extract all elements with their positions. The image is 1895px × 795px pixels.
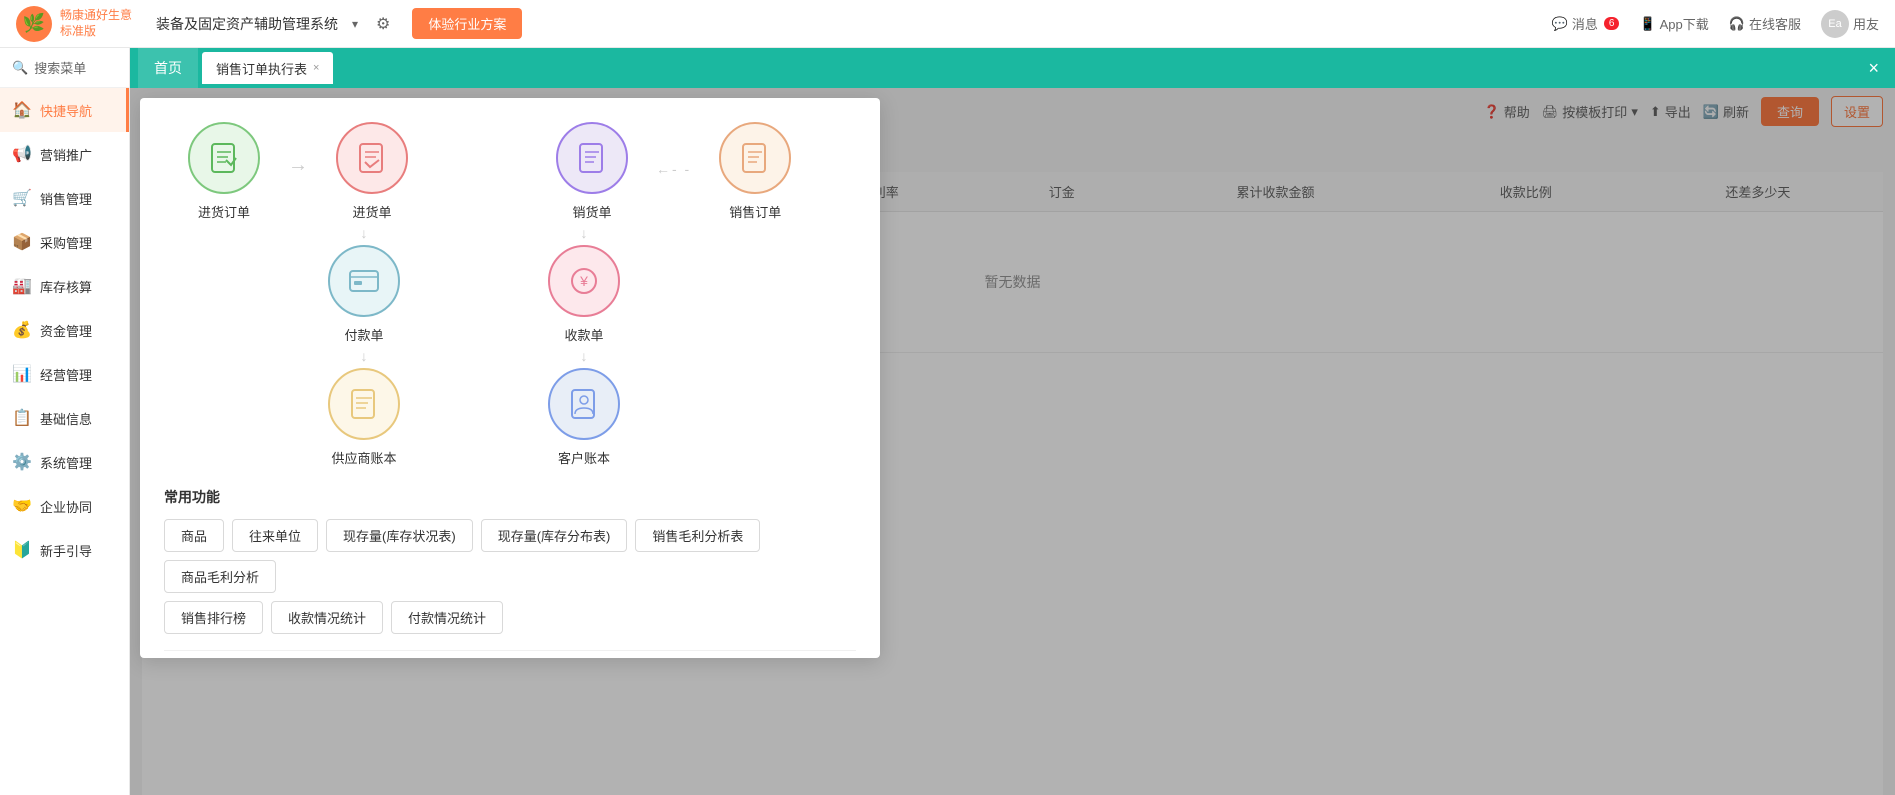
app-container: 🌿 畅康通好生意 标准版 装备及固定资产辅助管理系统 ▾ ⚙ 体验行业方案 💬 …	[0, 0, 1895, 795]
arrow-down-payment: ↓	[304, 348, 424, 364]
common-functions-title: 常用功能	[164, 487, 856, 507]
svg-text:¥: ¥	[579, 273, 588, 289]
header-left: 🌿 畅康通好生意 标准版 装备及固定资产辅助管理系统 ▾ ⚙ 体验行业方案	[16, 6, 522, 42]
system-icon: ⚙️	[12, 452, 32, 472]
logo-area: 🌿 畅康通好生意 标准版	[16, 6, 136, 42]
window-close-btn[interactable]: ×	[1868, 59, 1879, 77]
newbie-icon: 🔰	[12, 540, 32, 560]
supplier-account-circle	[328, 368, 400, 440]
title-dropdown-icon[interactable]: ▾	[352, 17, 358, 31]
header-right: 💬 消息 6 📱 App下载 🎧 在线客服 Ea 用友	[1552, 10, 1879, 38]
inventory-icon: 🏭	[12, 276, 32, 296]
func-btn-7[interactable]: 收款情况统计	[271, 601, 383, 634]
sidebar: 🔍 搜索菜单 🏠 快捷导航 📢 营销推广 🛒 销售管理 📦 采购管理 🏭	[0, 48, 130, 795]
flow-diagram: 进货订单 →	[164, 122, 856, 467]
flow-node-sales-bill[interactable]: 销货单	[532, 122, 652, 221]
modal-scrollbar: ◀ ▶	[164, 650, 856, 658]
sales-bill-circle	[556, 122, 628, 194]
finance-icon: 💰	[12, 320, 32, 340]
logo-text: 畅康通好生意 标准版	[60, 8, 132, 39]
sidebar-item-inventory[interactable]: 🏭 库存核算	[0, 264, 129, 308]
sidebar-item-purchase[interactable]: 📦 采购管理	[0, 220, 129, 264]
arrow-down-purchase: ↓	[304, 225, 424, 241]
payment-bill-circle	[328, 245, 400, 317]
sales-icon: 🛒	[12, 188, 32, 208]
arrow-purchase-order-to-bill: →	[288, 154, 308, 221]
tab-bar: 首页 销售订单执行表 × ×	[130, 48, 1895, 88]
sidebar-item-sales[interactable]: 🛒 销售管理	[0, 176, 129, 220]
sidebar-item-finance[interactable]: 💰 资金管理	[0, 308, 129, 352]
avatar: Ea	[1821, 10, 1849, 38]
func-btn-8[interactable]: 付款情况统计	[391, 601, 503, 634]
marketing-icon: 📢	[12, 144, 32, 164]
tab-home[interactable]: 首页	[138, 48, 198, 88]
message-badge: 6	[1604, 17, 1620, 30]
flow-node-purchase-bill[interactable]: 进货单	[312, 122, 432, 221]
func-btn-5[interactable]: 商品毛利分析	[164, 560, 276, 593]
flow-node-receipt-bill[interactable]: ¥ 收款单	[524, 245, 644, 344]
sidebar-item-enterprise[interactable]: 🤝 企业协同	[0, 484, 129, 528]
system-title: 装备及固定资产辅助管理系统	[156, 14, 338, 34]
flow-node-customer-account[interactable]: 客户账本	[524, 368, 644, 467]
func-btn-4[interactable]: 销售毛利分析表	[635, 519, 760, 552]
receipt-bill-circle: ¥	[548, 245, 620, 317]
flow-node-supplier-account[interactable]: 供应商账本	[304, 368, 424, 467]
purchase-order-circle	[188, 122, 260, 194]
purchase-icon: 📦	[12, 232, 32, 252]
common-functions: 常用功能 商品 往来单位 现存量(库存状况表) 现存量(库存分布表) 销售毛利分…	[164, 487, 856, 634]
tab-close-icon[interactable]: ×	[313, 62, 319, 74]
customer-account-circle	[548, 368, 620, 440]
app-download-icon: 📱	[1639, 16, 1655, 32]
function-grid-2: 销售排行榜 收款情况统计 付款情况统计	[164, 601, 856, 634]
content-area: 首页 销售订单执行表 × × ❓ 帮助 🖨 按模板打印	[130, 48, 1895, 795]
arrow-sales-order-to-bill: ←- -	[656, 161, 691, 221]
tab-active[interactable]: 销售订单执行表 ×	[202, 52, 333, 84]
online-service-icon: 🎧	[1729, 16, 1745, 32]
settings-icon[interactable]: ⚙	[376, 14, 390, 34]
sidebar-item-marketing[interactable]: 📢 营销推广	[0, 132, 129, 176]
sales-order-circle	[719, 122, 791, 194]
func-btn-0[interactable]: 商品	[164, 519, 224, 552]
operations-icon: 📊	[12, 364, 32, 384]
message-icon: 💬	[1552, 16, 1568, 32]
func-btn-2[interactable]: 现存量(库存状况表)	[326, 519, 473, 552]
sidebar-item-system[interactable]: ⚙️ 系统管理	[0, 440, 129, 484]
search-menu[interactable]: 🔍 搜索菜单	[0, 48, 129, 88]
top-header: 🌿 畅康通好生意 标准版 装备及固定资产辅助管理系统 ▾ ⚙ 体验行业方案 💬 …	[0, 0, 1895, 48]
purchase-bill-circle	[336, 122, 408, 194]
func-btn-6[interactable]: 销售排行榜	[164, 601, 263, 634]
sidebar-item-basic-info[interactable]: 📋 基础信息	[0, 396, 129, 440]
user-item[interactable]: Ea 用友	[1821, 10, 1879, 38]
sidebar-item-operations[interactable]: 📊 经营管理	[0, 352, 129, 396]
online-service-item[interactable]: 🎧 在线客服	[1729, 14, 1801, 33]
trial-button[interactable]: 体验行业方案	[412, 8, 522, 39]
flow-modal: 进货订单 →	[140, 98, 880, 658]
sidebar-item-quick-nav[interactable]: 🏠 快捷导航	[0, 88, 129, 132]
flow-node-purchase-order[interactable]: 进货订单	[164, 122, 284, 221]
sidebar-item-newbie[interactable]: 🔰 新手引导	[0, 528, 129, 572]
search-icon: 🔍	[12, 60, 28, 76]
page-content: ❓ 帮助 🖨 按模板打印 ▾ ⬆ 导出 🔄 刷新	[130, 88, 1895, 795]
quick-nav-icon: 🏠	[12, 100, 32, 120]
function-grid: 商品 往来单位 现存量(库存状况表) 现存量(库存分布表) 销售毛利分析表 商品…	[164, 519, 856, 593]
main-layout: 🔍 搜索菜单 🏠 快捷导航 📢 营销推广 🛒 销售管理 📦 采购管理 🏭	[0, 48, 1895, 795]
message-item[interactable]: 💬 消息 6	[1552, 14, 1620, 33]
basic-info-icon: 📋	[12, 408, 32, 428]
modal-overlay: 进货订单 →	[130, 88, 1895, 795]
logo-icon: 🌿	[16, 6, 52, 42]
func-btn-1[interactable]: 往来单位	[232, 519, 318, 552]
arrow-down-receipt: ↓	[524, 348, 644, 364]
flow-node-payment-bill[interactable]: 付款单	[304, 245, 424, 344]
app-download-item[interactable]: 📱 App下载	[1639, 14, 1708, 33]
enterprise-icon: 🤝	[12, 496, 32, 516]
func-btn-3[interactable]: 现存量(库存分布表)	[481, 519, 628, 552]
arrow-down-sales: ↓	[524, 225, 644, 241]
flow-node-sales-order[interactable]: 销售订单	[695, 122, 815, 221]
